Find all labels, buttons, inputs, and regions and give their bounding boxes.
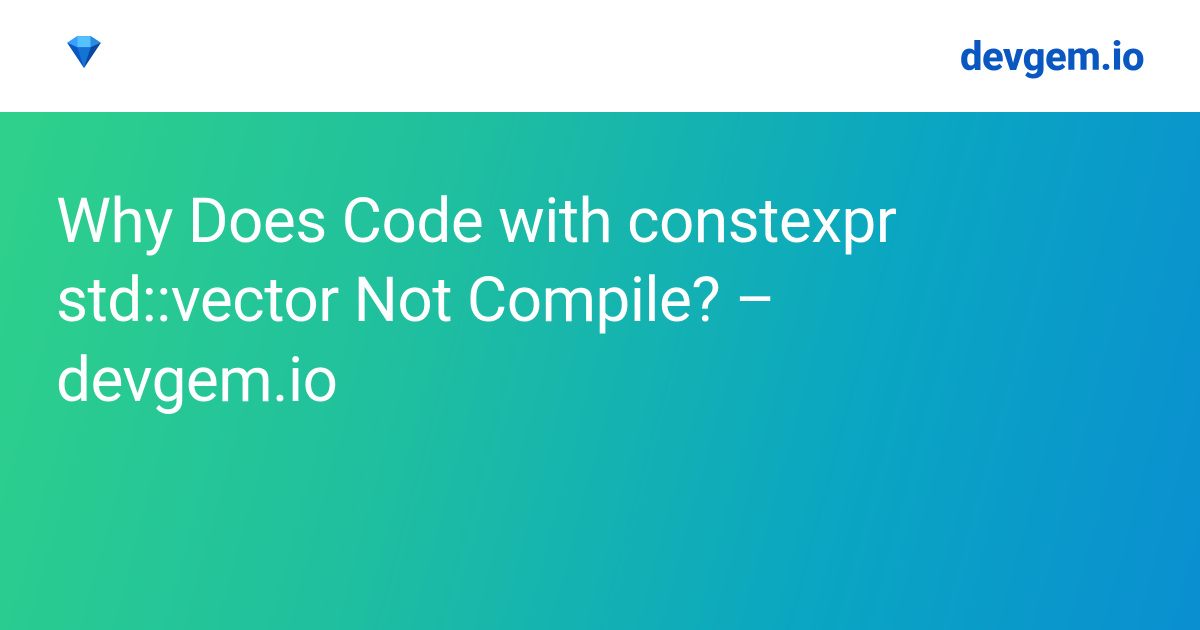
page-title: Why Does Code with constexpr std::vector… bbox=[56, 182, 956, 420]
header-bar: devgem.io bbox=[0, 0, 1200, 112]
og-card: devgem.io Why Does Code with constexpr s… bbox=[0, 0, 1200, 630]
brand-logo bbox=[56, 26, 112, 86]
gem-icon bbox=[56, 26, 112, 86]
hero-panel: Why Does Code with constexpr std::vector… bbox=[0, 112, 1200, 630]
brand-wordmark: devgem.io bbox=[960, 33, 1144, 80]
